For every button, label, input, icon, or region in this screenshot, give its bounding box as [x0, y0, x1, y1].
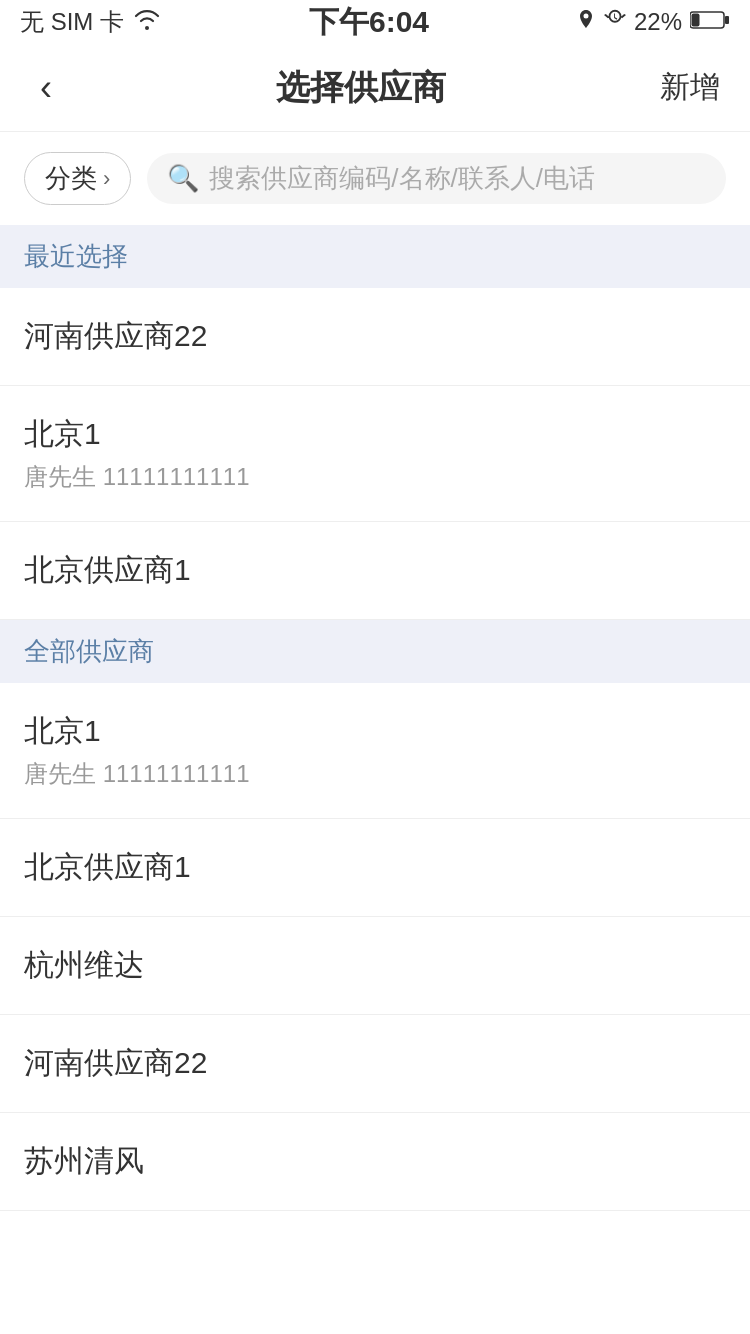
svg-rect-1: [725, 16, 729, 24]
all-items-list: 北京1 唐先生 11111111111 北京供应商1 杭州维达河南供应商22 苏州清风: [0, 683, 750, 1211]
recent-section-header: 最近选择: [0, 225, 750, 288]
status-right: 22%: [576, 8, 730, 36]
list-item[interactable]: 河南供应商22: [0, 288, 750, 386]
item-name: 北京1: [24, 711, 726, 752]
search-input-wrapper[interactable]: 🔍: [147, 153, 726, 204]
recent-items-list: 河南供应商22 北京1 唐先生 11111111111 北京供应商1: [0, 288, 750, 620]
list-item[interactable]: 北京1 唐先生 11111111111: [0, 683, 750, 819]
item-sub: 唐先生 11111111111: [24, 758, 726, 790]
item-name: 河南供应商22: [24, 1043, 726, 1084]
search-icon: 🔍: [167, 163, 199, 194]
status-bar: 无 SIM 卡 下午6:04 22%: [0, 0, 750, 44]
nav-bar: ‹ 选择供应商 新增: [0, 44, 750, 132]
back-button[interactable]: ‹: [30, 57, 62, 119]
add-button[interactable]: 新增: [660, 67, 720, 108]
item-sub: 唐先生 11111111111: [24, 461, 726, 493]
item-name: 北京1: [24, 414, 726, 455]
list-item[interactable]: 北京1 唐先生 11111111111: [0, 386, 750, 522]
battery-icon: [690, 8, 730, 36]
list-item[interactable]: 杭州维达: [0, 917, 750, 1015]
search-bar: 分类 › 🔍: [0, 132, 750, 225]
status-left: 无 SIM 卡: [20, 6, 162, 38]
list-item[interactable]: 北京供应商1: [0, 522, 750, 620]
all-section-header: 全部供应商: [0, 620, 750, 683]
page-title: 选择供应商: [276, 65, 446, 111]
no-sim-text: 无 SIM 卡: [20, 6, 124, 38]
svg-rect-2: [691, 14, 699, 27]
item-name: 河南供应商22: [24, 316, 726, 357]
list-item[interactable]: 河南供应商22: [0, 1015, 750, 1113]
wifi-icon: [132, 8, 162, 36]
category-label: 分类: [45, 161, 97, 196]
item-name: 北京供应商1: [24, 847, 726, 888]
item-name: 苏州清风: [24, 1141, 726, 1182]
item-name: 北京供应商1: [24, 550, 726, 591]
category-button[interactable]: 分类 ›: [24, 152, 131, 205]
item-name: 杭州维达: [24, 945, 726, 986]
status-time: 下午6:04: [309, 2, 429, 43]
chevron-right-icon: ›: [103, 166, 110, 192]
alarm-icon: [604, 8, 626, 36]
list-item[interactable]: 北京供应商1: [0, 819, 750, 917]
location-icon: [576, 8, 596, 36]
battery-text: 22%: [634, 8, 682, 36]
list-item[interactable]: 苏州清风: [0, 1113, 750, 1211]
search-input[interactable]: [209, 163, 706, 194]
